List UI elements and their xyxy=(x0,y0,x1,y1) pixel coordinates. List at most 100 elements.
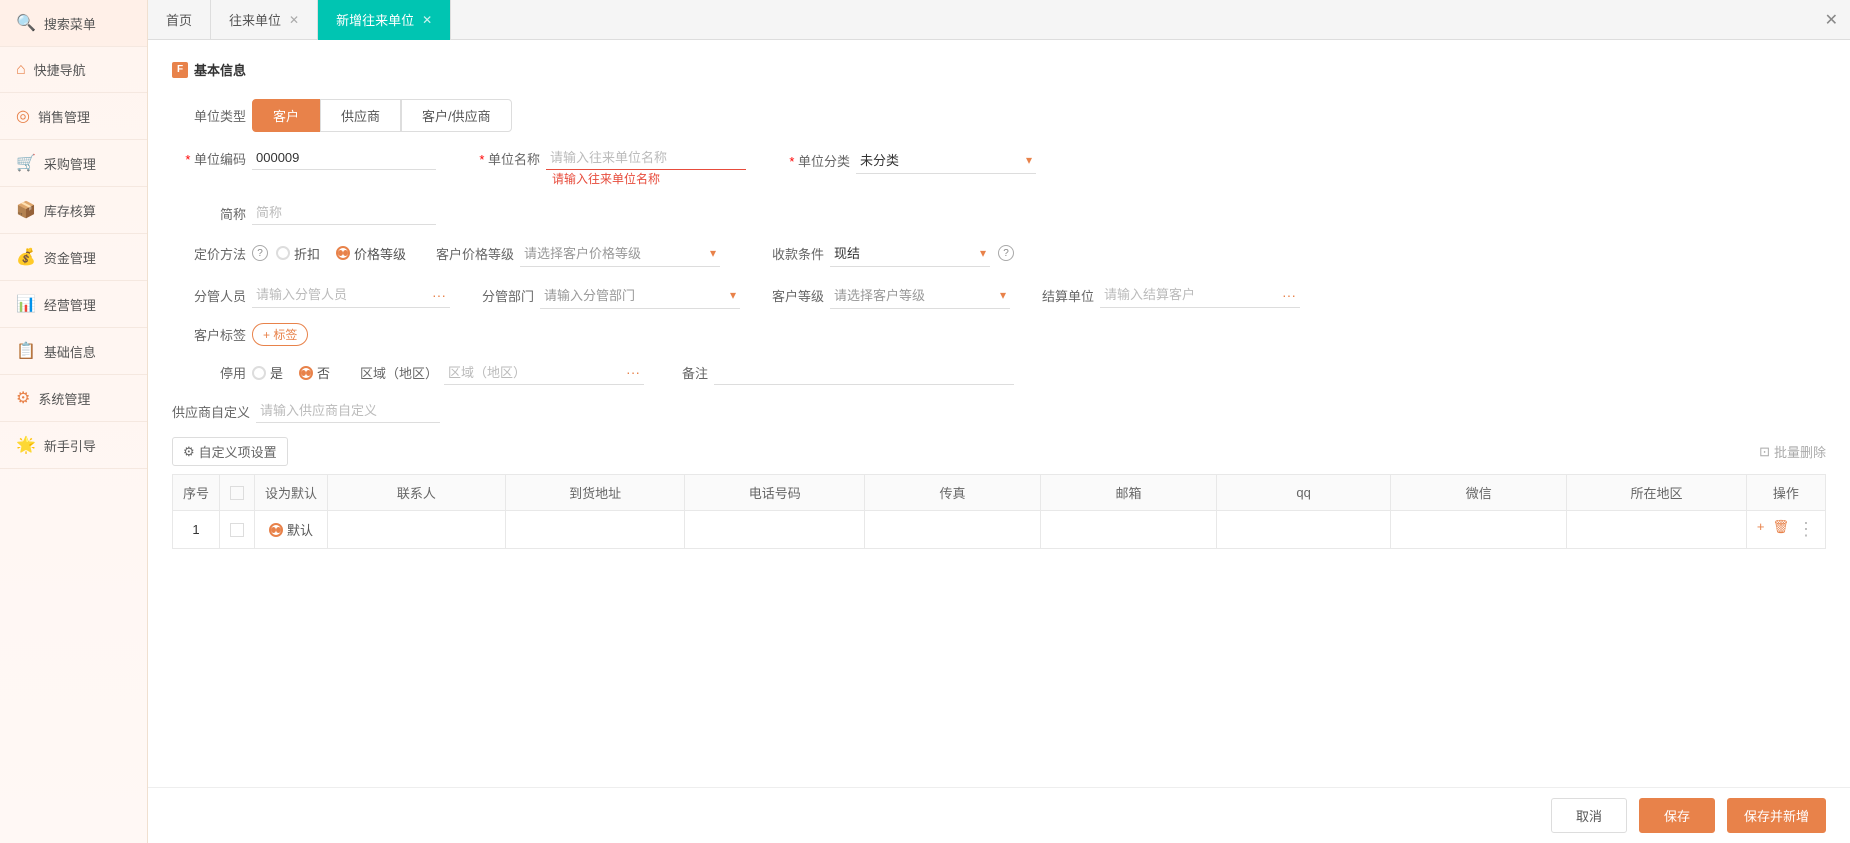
pricing-discount-radio[interactable]: 折扣 xyxy=(276,244,320,263)
sidebar-item-finance[interactable]: 💰 资金管理 xyxy=(0,234,147,281)
delete-row-icon[interactable]: 🗑 xyxy=(1772,519,1789,540)
department-group: 分管部门 请输入分管部门 ▾ xyxy=(480,281,740,309)
region-label: 区域（地区） xyxy=(360,363,444,382)
sidebar-item-label: 基础信息 xyxy=(44,342,96,361)
sidebar-item-search[interactable]: 🔍 搜索菜单 xyxy=(0,0,147,47)
sidebar-item-operations[interactable]: 📊 经营管理 xyxy=(0,281,147,328)
col-qq: qq xyxy=(1216,475,1390,511)
col-contact: 联系人 xyxy=(328,475,506,511)
sidebar-item-quicknav[interactable]: ⌂ 快捷导航 xyxy=(0,47,147,93)
cell-default[interactable]: 默认 xyxy=(255,511,328,549)
department-select[interactable]: 请输入分管部门 ▾ xyxy=(540,281,740,309)
disabled-no-radio[interactable]: 否 xyxy=(299,363,330,382)
tab-home-label: 首页 xyxy=(166,10,192,29)
settlement-dots-btn[interactable]: ··· xyxy=(1282,287,1296,303)
header-checkbox[interactable] xyxy=(230,486,244,500)
wechat-input[interactable] xyxy=(1401,522,1556,537)
chevron-down-icon3: ▾ xyxy=(980,246,986,260)
cancel-button[interactable]: 取消 xyxy=(1551,798,1627,833)
default-radio-circle xyxy=(269,523,283,537)
customer-level-select[interactable]: 请选择客户等级 ▾ xyxy=(830,281,1010,309)
disabled-yes-radio[interactable]: 是 xyxy=(252,363,283,382)
default-radio[interactable]: 默认 xyxy=(265,520,317,539)
notes-input[interactable] xyxy=(714,361,1014,385)
add-row-icon[interactable]: + xyxy=(1757,519,1765,540)
sidebar-item-label: 销售管理 xyxy=(38,107,90,126)
sidebar-item-system[interactable]: ⚙ 系统管理 xyxy=(0,375,147,422)
col-phone: 电话号码 xyxy=(685,475,865,511)
col-check xyxy=(220,475,255,511)
cell-contact[interactable] xyxy=(328,511,506,549)
sidebar-item-purchase[interactable]: 🛒 采购管理 xyxy=(0,140,147,187)
type-btn-supplier[interactable]: 供应商 xyxy=(320,99,401,132)
save-new-button[interactable]: 保存并新增 xyxy=(1727,798,1826,833)
settlement-input-group: ··· xyxy=(1100,283,1300,308)
customer-level-placeholder: 请选择客户等级 xyxy=(834,285,925,304)
add-tag-button[interactable]: + 标签 xyxy=(252,323,308,346)
region-group: 区域（地区） ··· xyxy=(360,360,644,385)
batch-delete-btn[interactable]: ⊡ 批量删除 xyxy=(1759,442,1826,461)
supplier-custom-input[interactable] xyxy=(256,399,440,423)
payment-terms-group: 收款条件 现结 ▾ ? xyxy=(750,239,1014,267)
manager-dots-btn[interactable]: ··· xyxy=(432,287,446,303)
sidebar-item-basic[interactable]: 📋 基础信息 xyxy=(0,328,147,375)
cell-qq[interactable] xyxy=(1216,511,1390,549)
contact-table: 序号 设为默认 联系人 到货地址 电话号码 传真 邮箱 qq 微信 所在地区 操… xyxy=(172,474,1826,549)
department-placeholder: 请输入分管部门 xyxy=(544,285,635,304)
row-checkbox[interactable] xyxy=(230,523,244,537)
save-button[interactable]: 保存 xyxy=(1639,798,1715,833)
sidebar-item-label: 系统管理 xyxy=(38,389,90,408)
customer-price-select[interactable]: 请选择客户价格等级 ▾ xyxy=(520,239,720,267)
settlement-input[interactable] xyxy=(1104,287,1282,302)
unit-name-input[interactable] xyxy=(546,146,746,170)
alias-input[interactable] xyxy=(252,201,436,225)
section-basic-info: F 基本信息 xyxy=(172,60,1826,79)
fax-input[interactable] xyxy=(875,522,1030,537)
pricing-help-icon[interactable]: ? xyxy=(252,245,268,261)
phone-input[interactable] xyxy=(695,522,854,537)
tab-partners[interactable]: 往来单位 ✕ xyxy=(211,0,318,40)
region-dots-btn[interactable]: ··· xyxy=(626,364,640,380)
payment-terms-select[interactable]: 现结 ▾ xyxy=(830,239,990,267)
contact-input[interactable] xyxy=(338,522,495,537)
drag-handle-icon[interactable]: ⋮ xyxy=(1797,519,1815,540)
payment-help-icon[interactable]: ? xyxy=(998,245,1014,261)
qq-input[interactable] xyxy=(1227,522,1380,537)
pricing-radio-group: 折扣 价格等级 xyxy=(276,244,406,263)
pricing-grade-radio[interactable]: 价格等级 xyxy=(336,244,406,263)
unit-type-group: 单位类型 客户 供应商 客户/供应商 xyxy=(172,99,512,132)
sidebar-item-label: 资金管理 xyxy=(44,248,96,267)
email-input[interactable] xyxy=(1051,522,1206,537)
type-btn-both[interactable]: 客户/供应商 xyxy=(401,99,512,132)
cell-email[interactable] xyxy=(1040,511,1216,549)
cell-check[interactable] xyxy=(220,511,255,549)
tab-new-partner-close[interactable]: ✕ xyxy=(422,13,432,27)
disabled-label: 停用 xyxy=(172,363,252,382)
sidebar-item-label: 新手引导 xyxy=(44,436,96,455)
unit-code-input[interactable] xyxy=(252,146,436,170)
region-input[interactable] xyxy=(448,365,626,380)
cell-wechat[interactable] xyxy=(1391,511,1567,549)
type-btn-customer[interactable]: 客户 xyxy=(252,99,320,132)
unit-category-select[interactable]: 未分类 ▾ xyxy=(856,146,1036,174)
tab-bar-close-btn[interactable]: ✕ xyxy=(1825,10,1838,30)
pricing-discount-label: 折扣 xyxy=(294,244,320,263)
custom-settings-button[interactable]: ⚙ 自定义项设置 xyxy=(172,437,288,466)
sidebar-item-sales[interactable]: ◎ 销售管理 xyxy=(0,93,147,140)
col-address: 到货地址 xyxy=(505,475,685,511)
cell-address[interactable] xyxy=(505,511,685,549)
purchase-icon: 🛒 xyxy=(16,153,36,173)
unit-code-label: 单位编码 xyxy=(172,149,252,168)
tab-new-partner[interactable]: 新增往来单位 ✕ xyxy=(318,0,451,40)
address-input[interactable] xyxy=(516,522,675,537)
customer-price-label: 客户价格等级 xyxy=(436,244,520,263)
region-cell-input[interactable] xyxy=(1577,522,1736,537)
tab-partners-close[interactable]: ✕ xyxy=(289,13,299,27)
sidebar-item-newbie[interactable]: 🌟 新手引导 xyxy=(0,422,147,469)
cell-phone[interactable] xyxy=(685,511,865,549)
manager-input[interactable] xyxy=(256,287,432,302)
cell-fax[interactable] xyxy=(865,511,1041,549)
cell-region[interactable] xyxy=(1567,511,1747,549)
sidebar-item-inventory[interactable]: 📦 库存核算 xyxy=(0,187,147,234)
tab-home[interactable]: 首页 xyxy=(148,0,211,40)
